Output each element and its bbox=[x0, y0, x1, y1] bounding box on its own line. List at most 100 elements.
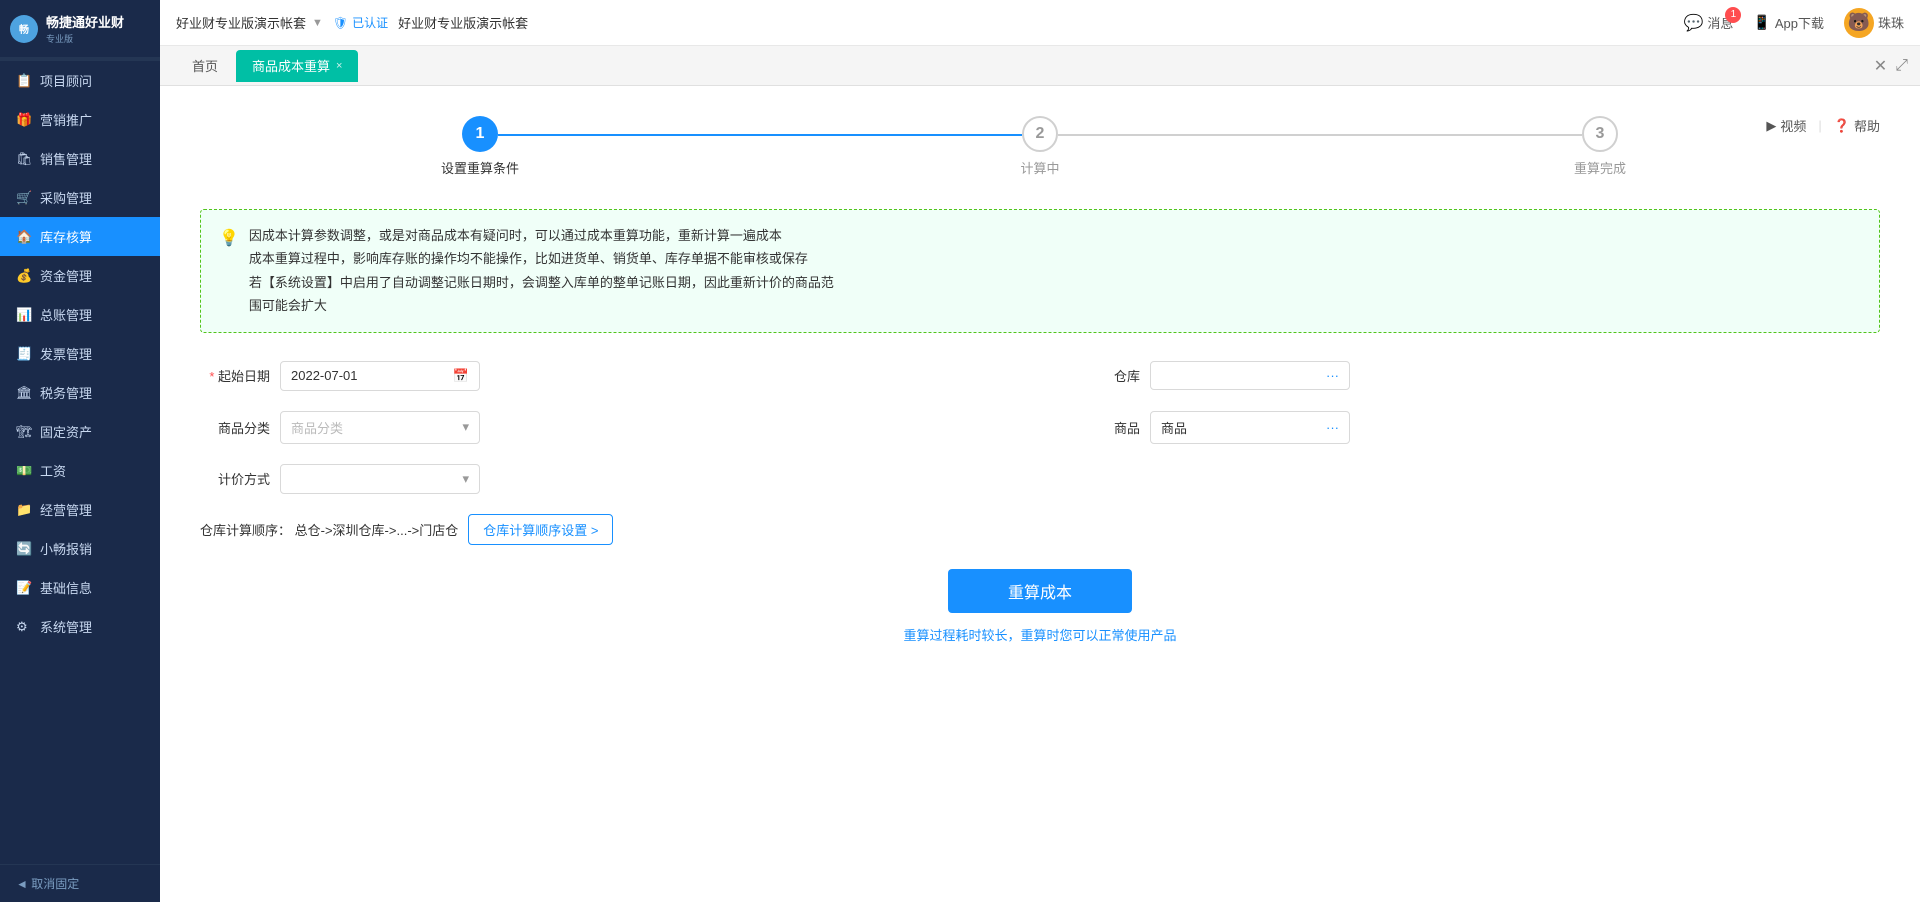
step-3-label: 重算完成 bbox=[1574, 158, 1626, 177]
message-icon: 💬 bbox=[1683, 13, 1703, 33]
form-row-2: 商品分类 商品分类 ▾ 商品 商品 ··· bbox=[200, 411, 1880, 444]
sidebar-item-sales[interactable]: 🛍 销售管理 bbox=[0, 139, 160, 178]
sidebar-item-marketing[interactable]: 🎁 营销推广 bbox=[0, 100, 160, 139]
assets-icon: 🏗 bbox=[16, 424, 32, 440]
sidebar-item-basic[interactable]: 📝 基础信息 bbox=[0, 568, 160, 607]
sidebar: 畅 畅捷通好业财 专业版 📋 项目顾问 🎁 营销推广 🛍 销售管理 🛒 采购管理… bbox=[0, 0, 160, 902]
step-1-label: 设置重算条件 bbox=[441, 158, 519, 177]
warehouse-order-label: 仓库计算顺序： 总仓->深圳仓库->...->门店仓 bbox=[200, 520, 458, 539]
business-icon: 📁 bbox=[16, 502, 32, 518]
marketing-icon: 🎁 bbox=[16, 112, 32, 128]
close-window-icon[interactable]: ✕ bbox=[1874, 56, 1887, 76]
goods-placeholder: 商品 bbox=[1161, 418, 1318, 437]
sidebar-item-payroll[interactable]: 💵 工资 bbox=[0, 451, 160, 490]
recalc-button[interactable]: 重算成本 bbox=[948, 569, 1132, 613]
user-avatar-area[interactable]: 🐻 珠珠 bbox=[1844, 8, 1904, 38]
play-icon: ▶ bbox=[1766, 118, 1776, 134]
step-3-circle: 3 bbox=[1582, 116, 1618, 152]
calendar-icon[interactable]: 📅 bbox=[453, 368, 469, 384]
sidebar-item-tax[interactable]: 🏛 税务管理 bbox=[0, 373, 160, 412]
sidebar-item-business[interactable]: 📁 经营管理 bbox=[0, 490, 160, 529]
message-button[interactable]: 💬 消息 1 bbox=[1683, 13, 1733, 33]
category-group: 商品分类 商品分类 ▾ bbox=[200, 411, 1010, 444]
project-icon: 📋 bbox=[16, 73, 32, 89]
question-icon: ❓ bbox=[1834, 118, 1850, 134]
account-selector-group[interactable]: 好业财专业版演示帐套 ▼ bbox=[176, 13, 323, 32]
warehouse-order-settings-button[interactable]: 仓库计算顺序设置 > bbox=[468, 514, 613, 545]
topbar-actions: 💬 消息 1 📱 App下载 🐻 珠珠 bbox=[1683, 8, 1904, 38]
info-text: 因成本计算参数调整，或是对商品成本有疑问时，可以通过成本重算功能，重新计算一遍成… bbox=[249, 224, 834, 318]
start-date-group: 起始日期 2022-07-01 📅 bbox=[200, 361, 1010, 391]
phone-icon: 📱 bbox=[1753, 14, 1770, 31]
tab-home[interactable]: 首页 bbox=[176, 50, 234, 82]
start-date-value: 2022-07-01 bbox=[291, 368, 445, 383]
content-area: 1 设置重算条件 2 计算中 3 bbox=[160, 86, 1920, 902]
topbar: 好业财专业版演示帐套 ▼ 🛡 已认证 好业财专业版演示帐套 💬 消息 1 📱 A… bbox=[160, 0, 1920, 46]
tabbar: 首页 商品成本重算 × ✕ ⤢ bbox=[160, 46, 1920, 86]
maximize-window-icon[interactable]: ⤢ bbox=[1895, 57, 1908, 75]
info-box: 💡 因成本计算参数调整，或是对商品成本有疑问时，可以通过成本重算功能，重新计算一… bbox=[200, 209, 1880, 333]
form-row-3: 计价方式 ▾ bbox=[200, 464, 1880, 494]
bulb-icon: 💡 bbox=[219, 225, 239, 318]
tabbar-right-actions: ✕ ⤢ bbox=[1874, 56, 1920, 76]
action-section: 重算成本 重算过程耗时较长，重算时您可以正常使用产品 bbox=[200, 569, 1880, 644]
warehouse-input[interactable]: ··· bbox=[1150, 361, 1350, 390]
sidebar-unpin-button[interactable]: ◄ 取消固定 bbox=[0, 864, 160, 902]
start-date-label: 起始日期 bbox=[200, 366, 280, 385]
pricing-select[interactable]: ▾ bbox=[280, 464, 480, 494]
category-label: 商品分类 bbox=[200, 418, 280, 437]
sidebar-item-finance[interactable]: 💰 资金管理 bbox=[0, 256, 160, 295]
account-display-name: 好业财专业版演示帐套 bbox=[398, 13, 528, 32]
category-select[interactable]: 商品分类 ▾ bbox=[280, 411, 480, 444]
expense-icon: 🔄 bbox=[16, 541, 32, 557]
step-2-circle: 2 bbox=[1022, 116, 1058, 152]
app-logo: 畅 bbox=[10, 15, 38, 43]
message-badge: 1 bbox=[1725, 7, 1741, 23]
step-2: 2 计算中 bbox=[760, 116, 1320, 177]
verified-badge: 🛡 已认证 bbox=[333, 14, 388, 31]
tab-close-icon[interactable]: × bbox=[336, 60, 342, 72]
finance-icon: 💰 bbox=[16, 268, 32, 284]
warehouse-group: 仓库 ··· bbox=[1070, 361, 1880, 390]
stepper-container: 1 设置重算条件 2 计算中 3 bbox=[200, 116, 1880, 177]
sidebar-item-accounting[interactable]: 📊 总账管理 bbox=[0, 295, 160, 334]
sidebar-item-inventory[interactable]: 🏠 库存核算 bbox=[0, 217, 160, 256]
warehouse-order-row: 仓库计算顺序： 总仓->深圳仓库->...->门店仓 仓库计算顺序设置 > bbox=[200, 514, 1880, 545]
app-title: 畅捷通好业财 bbox=[46, 12, 124, 31]
basic-icon: 📝 bbox=[16, 580, 32, 596]
sidebar-nav: 📋 项目顾问 🎁 营销推广 🛍 销售管理 🛒 采购管理 🏠 库存核算 💰 资金管… bbox=[0, 61, 160, 864]
start-date-input[interactable]: 2022-07-01 📅 bbox=[280, 361, 480, 391]
step-2-label: 计算中 bbox=[1020, 158, 1059, 177]
form-row-1: 起始日期 2022-07-01 📅 仓库 ··· bbox=[200, 361, 1880, 391]
pricing-group: 计价方式 ▾ bbox=[200, 464, 1880, 494]
app-download-button[interactable]: 📱 App下载 bbox=[1753, 13, 1824, 32]
sidebar-item-assets[interactable]: 🏗 固定资产 bbox=[0, 412, 160, 451]
category-placeholder: 商品分类 bbox=[291, 418, 454, 437]
video-link[interactable]: ▶ 视频 bbox=[1766, 116, 1806, 135]
sidebar-item-invoice[interactable]: 🧾 发票管理 bbox=[0, 334, 160, 373]
shield-icon: 🛡 bbox=[333, 16, 348, 30]
sidebar-title-block: 畅捷通好业财 专业版 bbox=[46, 12, 124, 45]
sales-icon: 🛍 bbox=[16, 151, 32, 167]
main-area: 好业财专业版演示帐套 ▼ 🛡 已认证 好业财专业版演示帐套 💬 消息 1 📱 A… bbox=[160, 0, 1920, 902]
goods-label: 商品 bbox=[1070, 418, 1150, 437]
step-1-circle: 1 bbox=[462, 116, 498, 152]
goods-group: 商品 商品 ··· bbox=[1070, 411, 1880, 444]
help-links: ▶ 视频 | ❓ 帮助 bbox=[1766, 116, 1880, 135]
sidebar-item-expense[interactable]: 🔄 小畅报销 bbox=[0, 529, 160, 568]
invoice-icon: 🧾 bbox=[16, 346, 32, 362]
sidebar-item-purchase[interactable]: 🛒 采购管理 bbox=[0, 178, 160, 217]
warehouse-more-icon[interactable]: ··· bbox=[1326, 368, 1339, 383]
goods-input[interactable]: 商品 ··· bbox=[1150, 411, 1350, 444]
accounting-icon: 📊 bbox=[16, 307, 32, 323]
help-link[interactable]: ❓ 帮助 bbox=[1834, 116, 1880, 135]
goods-more-icon[interactable]: ··· bbox=[1326, 420, 1339, 435]
system-icon: ⚙ bbox=[16, 619, 32, 635]
payroll-icon: 💵 bbox=[16, 463, 32, 479]
tax-icon: 🏛 bbox=[16, 385, 32, 401]
dropdown-arrow-icon: ▼ bbox=[312, 17, 323, 29]
sidebar-item-project[interactable]: 📋 项目顾问 bbox=[0, 61, 160, 100]
step-1: 1 设置重算条件 bbox=[200, 116, 760, 177]
tab-active[interactable]: 商品成本重算 × bbox=[236, 50, 358, 82]
sidebar-item-system[interactable]: ⚙ 系统管理 bbox=[0, 607, 160, 646]
